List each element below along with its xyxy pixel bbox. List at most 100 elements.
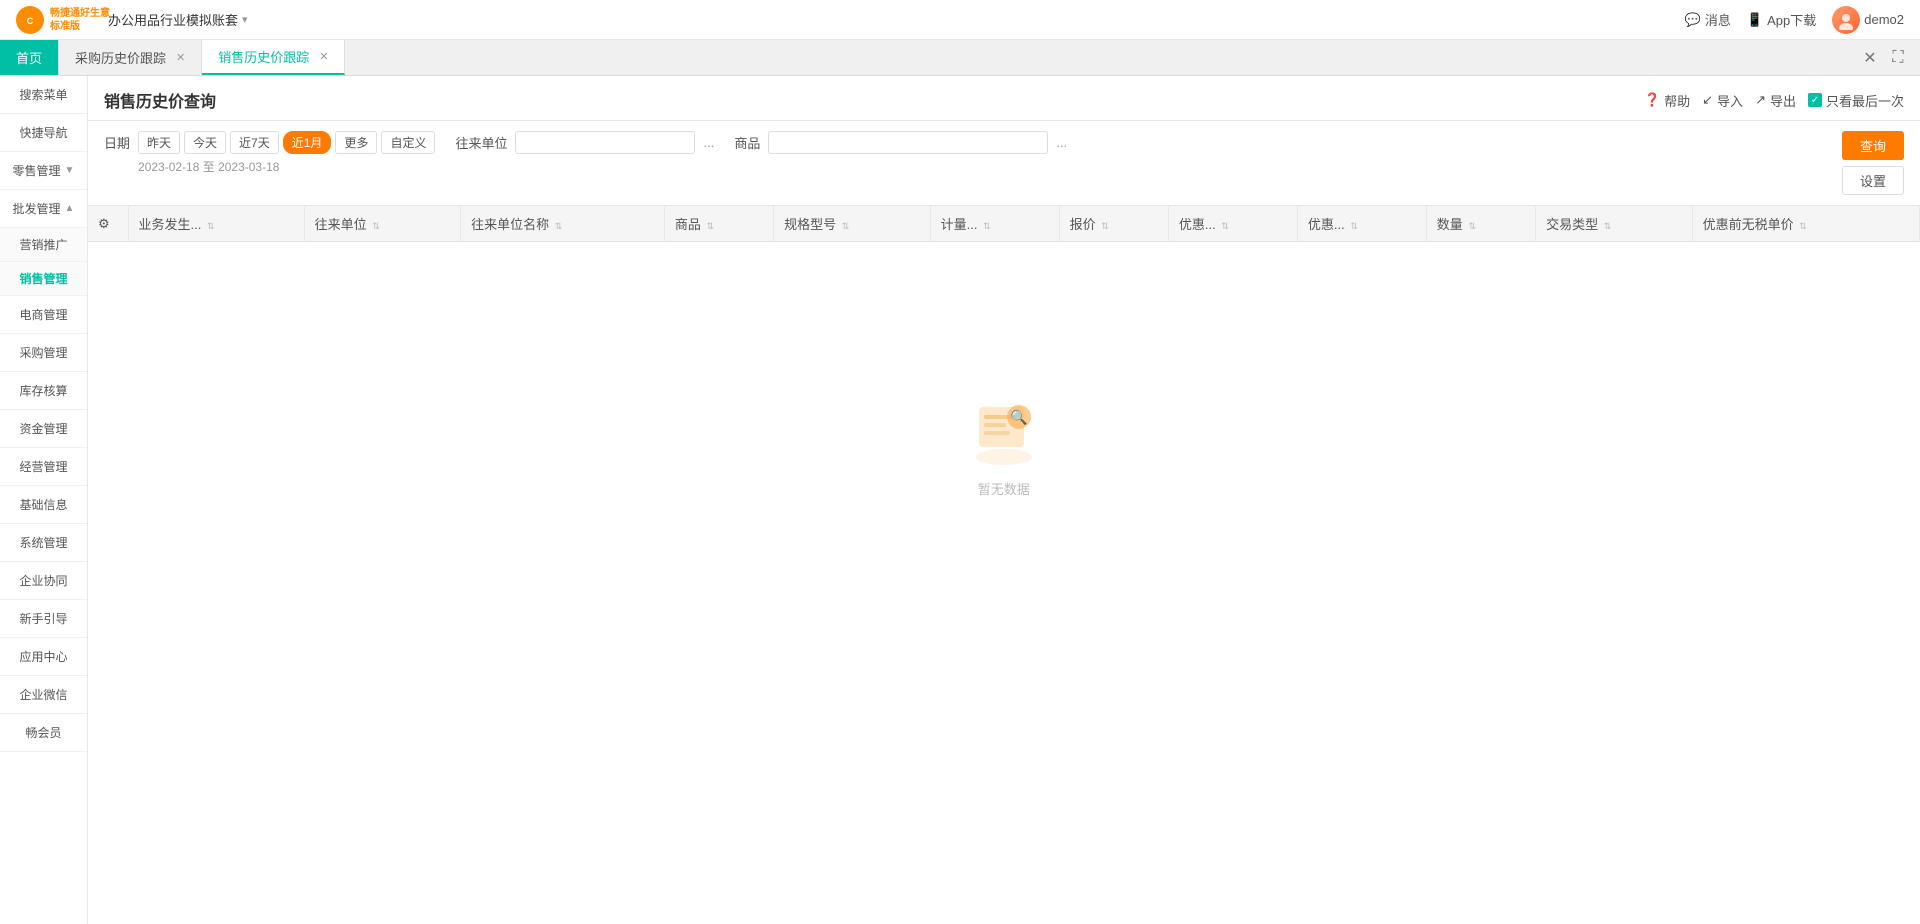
sidebar-item-app-center[interactable]: 应用中心 — [0, 638, 87, 676]
th-partner-name-label: 往来单位名称 — [471, 217, 549, 232]
help-button[interactable]: ❓ 帮助 — [1644, 91, 1690, 110]
today-btn[interactable]: 今天 — [184, 131, 226, 154]
page-actions: ❓ 帮助 ↙ 导入 ↗ 导出 ✓ 只看最后一次 — [1644, 91, 1904, 110]
th-discount2[interactable]: 优惠... ⇅ — [1297, 206, 1426, 242]
th-product[interactable]: 商品 ⇅ — [664, 206, 773, 242]
marketing-label: 营销推广 — [19, 238, 67, 252]
th-spec[interactable]: 规格型号 ⇅ — [774, 206, 931, 242]
sidebar-item-ecommerce[interactable]: 电商管理 — [0, 296, 87, 334]
th-discount1[interactable]: 优惠... ⇅ — [1168, 206, 1297, 242]
sidebar-item-basic-info[interactable]: 基础信息 — [0, 486, 87, 524]
sidebar-item-sales-mgmt[interactable]: 销售管理 — [0, 262, 87, 296]
import-button[interactable]: ↙ 导入 — [1702, 91, 1743, 110]
message-label: 消息 — [1705, 10, 1731, 29]
tabs-right: ✕ ⛶ — [1848, 40, 1920, 75]
custom-btn[interactable]: 自定义 — [381, 131, 435, 154]
sort-icon-product: ⇅ — [707, 221, 715, 231]
user-menu[interactable]: demo2 — [1832, 6, 1904, 34]
svg-text:🔍: 🔍 — [1010, 408, 1027, 426]
th-trade-type[interactable]: 交易类型 ⇅ — [1536, 206, 1693, 242]
sidebar-item-purchase[interactable]: 采购管理 — [0, 334, 87, 372]
wholesale-label: 批发管理 — [13, 200, 61, 217]
sidebar-item-search[interactable]: 搜索菜单 — [0, 76, 87, 114]
sidebar-item-marketing[interactable]: 营销推广 — [0, 228, 87, 262]
table-header-row: ⚙ 业务发生... ⇅ 往来单位 ⇅ 往来单位名称 ⇅ — [88, 206, 1920, 242]
sidebar-item-operations[interactable]: 经营管理 — [0, 448, 87, 486]
logo-text: 畅捷通好生意 标准版 — [50, 7, 110, 33]
app-center-label: 应用中心 — [19, 648, 67, 665]
partner-dots[interactable]: ... — [703, 135, 714, 150]
tabs-bar: 首页 采购历史价跟踪 ✕ 销售历史价跟踪 ✕ ✕ ⛶ — [0, 40, 1920, 76]
th-partner-code[interactable]: 往来单位 ⇅ — [304, 206, 461, 242]
partner-label: 往来单位 — [455, 131, 507, 152]
maximize-button[interactable]: ⛶ — [1888, 48, 1908, 68]
sort-icon-partner-code: ⇅ — [372, 221, 380, 231]
more-btn[interactable]: 更多 — [335, 131, 377, 154]
th-spec-label: 规格型号 — [784, 217, 836, 232]
page-header: 销售历史价查询 ❓ 帮助 ↙ 导入 ↗ 导出 ✓ 只看最后一次 — [88, 76, 1920, 121]
tab-sales-history[interactable]: 销售历史价跟踪 ✕ — [202, 40, 345, 75]
sort-icon-partner-name: ⇅ — [555, 221, 563, 231]
ecommerce-label: 电商管理 — [19, 306, 67, 323]
help-icon: ❓ — [1644, 92, 1660, 108]
purchase-history-tab-close[interactable]: ✕ — [176, 51, 185, 64]
retail-label: 零售管理 — [13, 162, 61, 179]
sort-icon-discount2: ⇅ — [1350, 221, 1358, 231]
th-biz-date[interactable]: 业务发生... ⇅ — [128, 206, 304, 242]
topbar: C 畅捷通好生意 标准版 办公用品行业模拟账套 ▾ 💬 消息 📱 App下载 d… — [0, 0, 1920, 40]
sidebar-item-retail[interactable]: 零售管理 ▼ — [0, 152, 87, 190]
yesterday-btn[interactable]: 昨天 — [138, 131, 180, 154]
sidebar-item-system[interactable]: 系统管理 — [0, 524, 87, 562]
sidebar-item-enterprise-coop[interactable]: 企业协同 — [0, 562, 87, 600]
th-unit[interactable]: 计量... ⇅ — [930, 206, 1059, 242]
message-button[interactable]: 💬 消息 — [1685, 10, 1731, 29]
chevron-down-icon: ▾ — [242, 13, 248, 26]
only-last-toggle[interactable]: ✓ 只看最后一次 — [1808, 91, 1904, 110]
settings-button[interactable]: 设置 — [1842, 166, 1904, 195]
empty-text: 暂无数据 — [978, 479, 1030, 498]
th-unit-label: 计量... — [941, 217, 978, 232]
sort-icon-biz-date: ⇅ — [207, 221, 215, 231]
export-button[interactable]: ↗ 导出 — [1755, 91, 1796, 110]
sidebar-item-member[interactable]: 畅会员 — [0, 714, 87, 752]
query-button[interactable]: 查询 — [1842, 131, 1904, 160]
app-selector[interactable]: 办公用品行业模拟账套 ▾ — [108, 10, 1673, 29]
partner-filter-group: 往来单位 ... — [455, 131, 714, 154]
product-input-group: ... — [768, 131, 1067, 154]
table-container[interactable]: ⚙ 业务发生... ⇅ 往来单位 ⇅ 往来单位名称 ⇅ — [88, 206, 1920, 924]
tab-purchase-history[interactable]: 采购历史价跟踪 ✕ — [59, 40, 202, 75]
th-trade-type-label: 交易类型 — [1546, 217, 1598, 232]
sort-icon-unit: ⇅ — [983, 221, 991, 231]
th-partner-name[interactable]: 往来单位名称 ⇅ — [461, 206, 665, 242]
product-input[interactable] — [768, 131, 1048, 154]
th-quantity[interactable]: 数量 ⇅ — [1426, 206, 1535, 242]
sidebar-item-quick-nav[interactable]: 快捷导航 — [0, 114, 87, 152]
filter-bar: 日期 昨天 今天 近7天 近1月 更多 自定义 2023-02-18 至 202… — [88, 121, 1920, 206]
sidebar-item-new-guide[interactable]: 新手引导 — [0, 600, 87, 638]
th-discount2-label: 优惠... — [1308, 217, 1345, 232]
close-tab-button[interactable]: ✕ — [1860, 48, 1880, 68]
download-button[interactable]: 📱 App下载 — [1747, 10, 1816, 29]
th-quoted-price[interactable]: 报价 ⇅ — [1059, 206, 1168, 242]
th-no-tax-price[interactable]: 优惠前无税单价 ⇅ — [1692, 206, 1919, 242]
svg-text:C: C — [27, 16, 34, 26]
download-icon: 📱 — [1747, 12, 1763, 28]
inventory-label: 库存核算 — [19, 382, 67, 399]
th-settings[interactable]: ⚙ — [88, 206, 128, 242]
product-dots[interactable]: ... — [1056, 135, 1067, 150]
new-guide-label: 新手引导 — [19, 610, 67, 627]
sidebar-item-enterprise-wechat[interactable]: 企业微信 — [0, 676, 87, 714]
th-partner-code-label: 往来单位 — [315, 217, 367, 232]
tab-home[interactable]: 首页 — [0, 40, 59, 75]
empty-icon: 🔍 — [964, 387, 1044, 467]
empty-state: 🔍 暂无数据 — [88, 242, 1920, 642]
sidebar-item-wholesale[interactable]: 批发管理 ▲ — [0, 190, 87, 228]
sidebar-item-inventory[interactable]: 库存核算 — [0, 372, 87, 410]
logo-icon: C — [16, 6, 44, 34]
partner-input[interactable] — [515, 131, 695, 154]
last1m-btn[interactable]: 近1月 — [283, 131, 332, 154]
sidebar-item-finance[interactable]: 资金管理 — [0, 410, 87, 448]
basic-info-label: 基础信息 — [19, 496, 67, 513]
sales-history-tab-close[interactable]: ✕ — [319, 50, 328, 63]
last7-btn[interactable]: 近7天 — [230, 131, 279, 154]
